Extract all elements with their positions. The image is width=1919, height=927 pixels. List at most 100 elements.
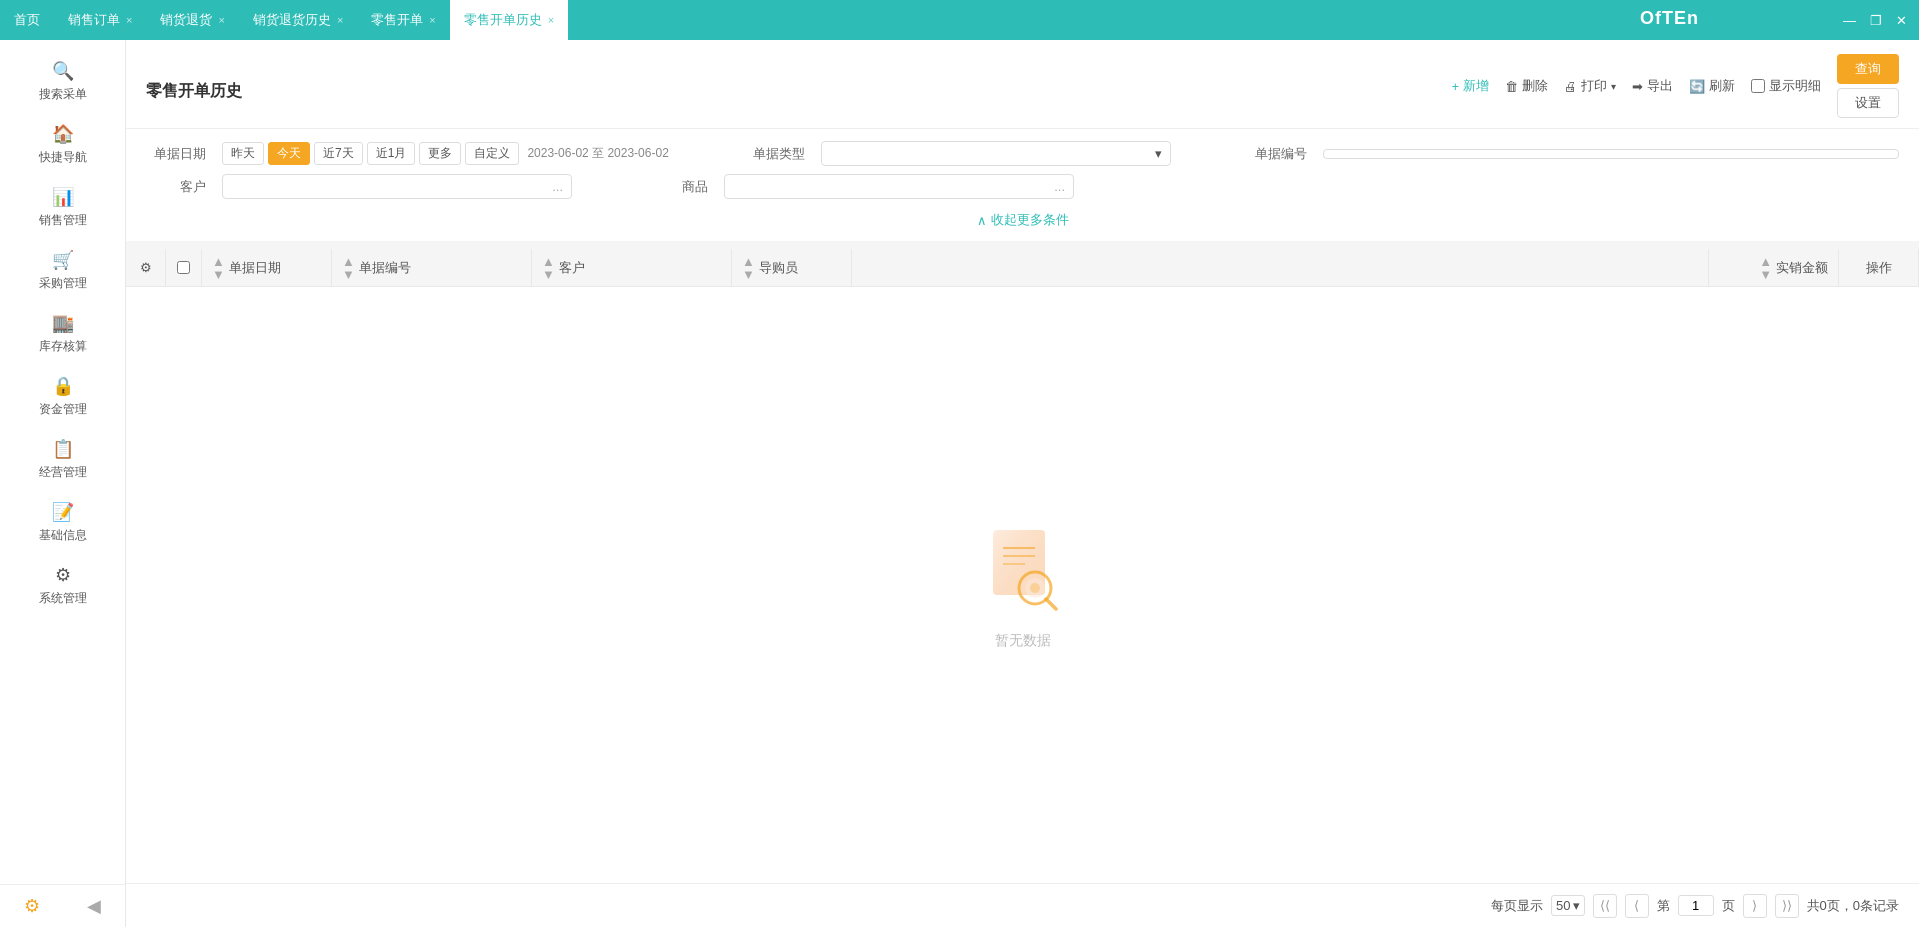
tab-sales-return-close[interactable]: ×: [218, 14, 224, 26]
tab-retail-open[interactable]: 零售开单 ×: [357, 0, 449, 40]
customer-sort-icon: ▲▼: [542, 255, 555, 281]
sidebar-item-sales-mgmt[interactable]: 📊 销售管理: [0, 174, 125, 237]
delete-button[interactable]: 🗑 删除: [1505, 77, 1548, 95]
refresh-button[interactable]: 🔄 刷新: [1689, 77, 1735, 95]
sidebar-bottom: ⚙ ◀: [0, 884, 125, 927]
select-all-checkbox[interactable]: [177, 261, 190, 274]
th-guide[interactable]: ▲▼ 导购员: [732, 249, 852, 286]
per-page-label: 每页显示: [1491, 897, 1543, 915]
page-title: 零售开单历史: [146, 81, 242, 102]
settings-button[interactable]: 设置: [1837, 88, 1899, 118]
purchase-mgmt-icon: 🛒: [52, 249, 74, 271]
sidebar: 🔍 搜索采单 🏠 快捷导航 📊 销售管理 🛒 采购管理 🏬 库存核算 🔒 资金管…: [0, 40, 126, 927]
refresh-label: 刷新: [1709, 77, 1735, 95]
sidebar-item-inventory[interactable]: 🏬 库存核算: [0, 300, 125, 363]
prev-page-btn[interactable]: ⟨: [1625, 894, 1649, 918]
per-page-dropdown-icon: ▾: [1573, 898, 1580, 913]
sidebar-item-search-purchase-label: 搜索采单: [39, 86, 87, 103]
per-page-select[interactable]: 50 ▾: [1551, 895, 1584, 916]
product-input[interactable]: ...: [724, 174, 1074, 199]
query-settings-group: 查询 设置: [1837, 54, 1899, 118]
tab-sales-return-history[interactable]: 销货退货历史 ×: [239, 0, 357, 40]
th-action-label: 操作: [1866, 259, 1892, 277]
sidebar-item-finance-label: 资金管理: [39, 401, 87, 418]
tab-sales-order[interactable]: 销售订单 ×: [54, 0, 146, 40]
top-nav-tabs: 首页 销售订单 × 销货退货 × 销货退货历史 × 零售开单 × 零售开单历史 …: [0, 0, 1843, 40]
add-button[interactable]: + 新增: [1451, 77, 1489, 95]
th-settings[interactable]: ⚙: [126, 249, 166, 286]
guide-sort-icon: ▲▼: [742, 255, 755, 281]
th-guide-label: 导购员: [759, 259, 798, 277]
doc-type-dropdown-icon: ▾: [1155, 146, 1162, 161]
print-dropdown-icon[interactable]: ▾: [1611, 81, 1616, 92]
minimize-btn[interactable]: —: [1843, 13, 1856, 28]
sidebar-item-basic-info[interactable]: 📝 基础信息: [0, 489, 125, 552]
sidebar-settings-icon[interactable]: ⚙: [24, 895, 40, 917]
date-btn-today[interactable]: 今天: [268, 142, 310, 165]
sidebar-item-basic-info-label: 基础信息: [39, 527, 87, 544]
table-header: ⚙ ▲▼ 单据日期 ▲▼ 单据编号 ▲▼ 客户 ▲▼: [126, 249, 1919, 287]
filter-row-1: 单据日期 昨天 今天 近7天 近1月 更多 自定义 2023-06-02 至 2…: [146, 141, 1899, 166]
th-order-no[interactable]: ▲▼ 单据编号: [332, 249, 532, 286]
export-icon: ➡: [1632, 79, 1643, 94]
tab-home[interactable]: 首页: [0, 0, 54, 40]
date-btn-custom[interactable]: 自定义: [465, 142, 519, 165]
print-button[interactable]: 🖨 打印 ▾: [1564, 77, 1616, 95]
tab-sales-return[interactable]: 销货退货 ×: [146, 0, 238, 40]
table-wrapper: ⚙ ▲▼ 单据日期 ▲▼ 单据编号 ▲▼ 客户 ▲▼: [126, 249, 1919, 883]
print-icon: 🖨: [1564, 79, 1577, 94]
sidebar-item-finance[interactable]: 🔒 资金管理: [0, 363, 125, 426]
sidebar-collapse-icon[interactable]: ◀: [87, 895, 101, 917]
next-page-btn[interactable]: ⟩: [1743, 894, 1767, 918]
tab-home-label: 首页: [14, 11, 40, 29]
page-suffix: 页: [1722, 897, 1735, 915]
customer-label: 客户: [146, 178, 206, 196]
th-checkbox[interactable]: [166, 249, 202, 286]
total-label: 共0页，0条记录: [1807, 897, 1899, 915]
add-label: 新增: [1463, 77, 1489, 95]
customer-input[interactable]: ...: [222, 174, 572, 199]
first-page-btn[interactable]: ⟨⟨: [1593, 894, 1617, 918]
filter-row-2: 客户 ... 商品 ...: [146, 174, 1899, 199]
ops-icon: 📋: [52, 438, 74, 460]
collapse-label: 收起更多条件: [991, 211, 1069, 229]
sys-mgmt-icon: ⚙: [55, 564, 71, 586]
sidebar-item-search-purchase[interactable]: 🔍 搜索采单: [0, 48, 125, 111]
query-button[interactable]: 查询: [1837, 54, 1899, 84]
content-area: 零售开单历史 + 新增 🗑 删除 🖨 打印 ▾ ➡ 导出: [126, 40, 1919, 927]
export-button[interactable]: ➡ 导出: [1632, 77, 1673, 95]
per-page-value: 50: [1556, 898, 1570, 913]
toolbar: + 新增 🗑 删除 🖨 打印 ▾ ➡ 导出 🔄 刷: [1451, 54, 1899, 128]
date-btn-7days[interactable]: 近7天: [314, 142, 363, 165]
th-amount[interactable]: ▲▼ 实销金额: [1709, 249, 1839, 286]
th-date[interactable]: ▲▼ 单据日期: [202, 249, 332, 286]
last-page-btn[interactable]: ⟩⟩: [1775, 894, 1799, 918]
tab-sales-return-history-close[interactable]: ×: [337, 14, 343, 26]
tab-sales-order-close[interactable]: ×: [126, 14, 132, 26]
sidebar-item-quick-nav[interactable]: 🏠 快捷导航: [0, 111, 125, 174]
finance-icon: 🔒: [52, 375, 74, 397]
sidebar-item-ops[interactable]: 📋 经营管理: [0, 426, 125, 489]
tab-retail-open-close[interactable]: ×: [429, 14, 435, 26]
doc-no-input[interactable]: [1323, 149, 1899, 159]
date-btn-1month[interactable]: 近1月: [367, 142, 416, 165]
show-detail-checkbox[interactable]: [1751, 79, 1765, 93]
doc-type-select[interactable]: ▾: [821, 141, 1171, 166]
th-customer[interactable]: ▲▼ 客户: [532, 249, 732, 286]
page-header: 零售开单历史 + 新增 🗑 删除 🖨 打印 ▾ ➡ 导出: [126, 40, 1919, 129]
date-btn-yesterday[interactable]: 昨天: [222, 142, 264, 165]
tab-retail-open-history-close[interactable]: ×: [548, 14, 554, 26]
restore-btn[interactable]: ❐: [1870, 13, 1882, 28]
date-btn-more[interactable]: 更多: [419, 142, 461, 165]
page-input[interactable]: [1678, 895, 1714, 916]
sales-mgmt-icon: 📊: [52, 186, 74, 208]
sidebar-item-purchase-mgmt[interactable]: 🛒 采购管理: [0, 237, 125, 300]
show-detail-label: 显示明细: [1769, 77, 1821, 95]
show-detail-toggle[interactable]: 显示明细: [1751, 77, 1821, 95]
sidebar-item-sys-mgmt[interactable]: ⚙ 系统管理: [0, 552, 125, 615]
close-btn[interactable]: ✕: [1896, 13, 1907, 28]
collapse-icon: ∧: [977, 213, 987, 228]
collapse-bar[interactable]: ∧ 收起更多条件: [146, 207, 1899, 233]
th-amount-label: 实销金额: [1776, 259, 1828, 277]
tab-retail-open-history[interactable]: 零售开单历史 ×: [450, 0, 568, 40]
